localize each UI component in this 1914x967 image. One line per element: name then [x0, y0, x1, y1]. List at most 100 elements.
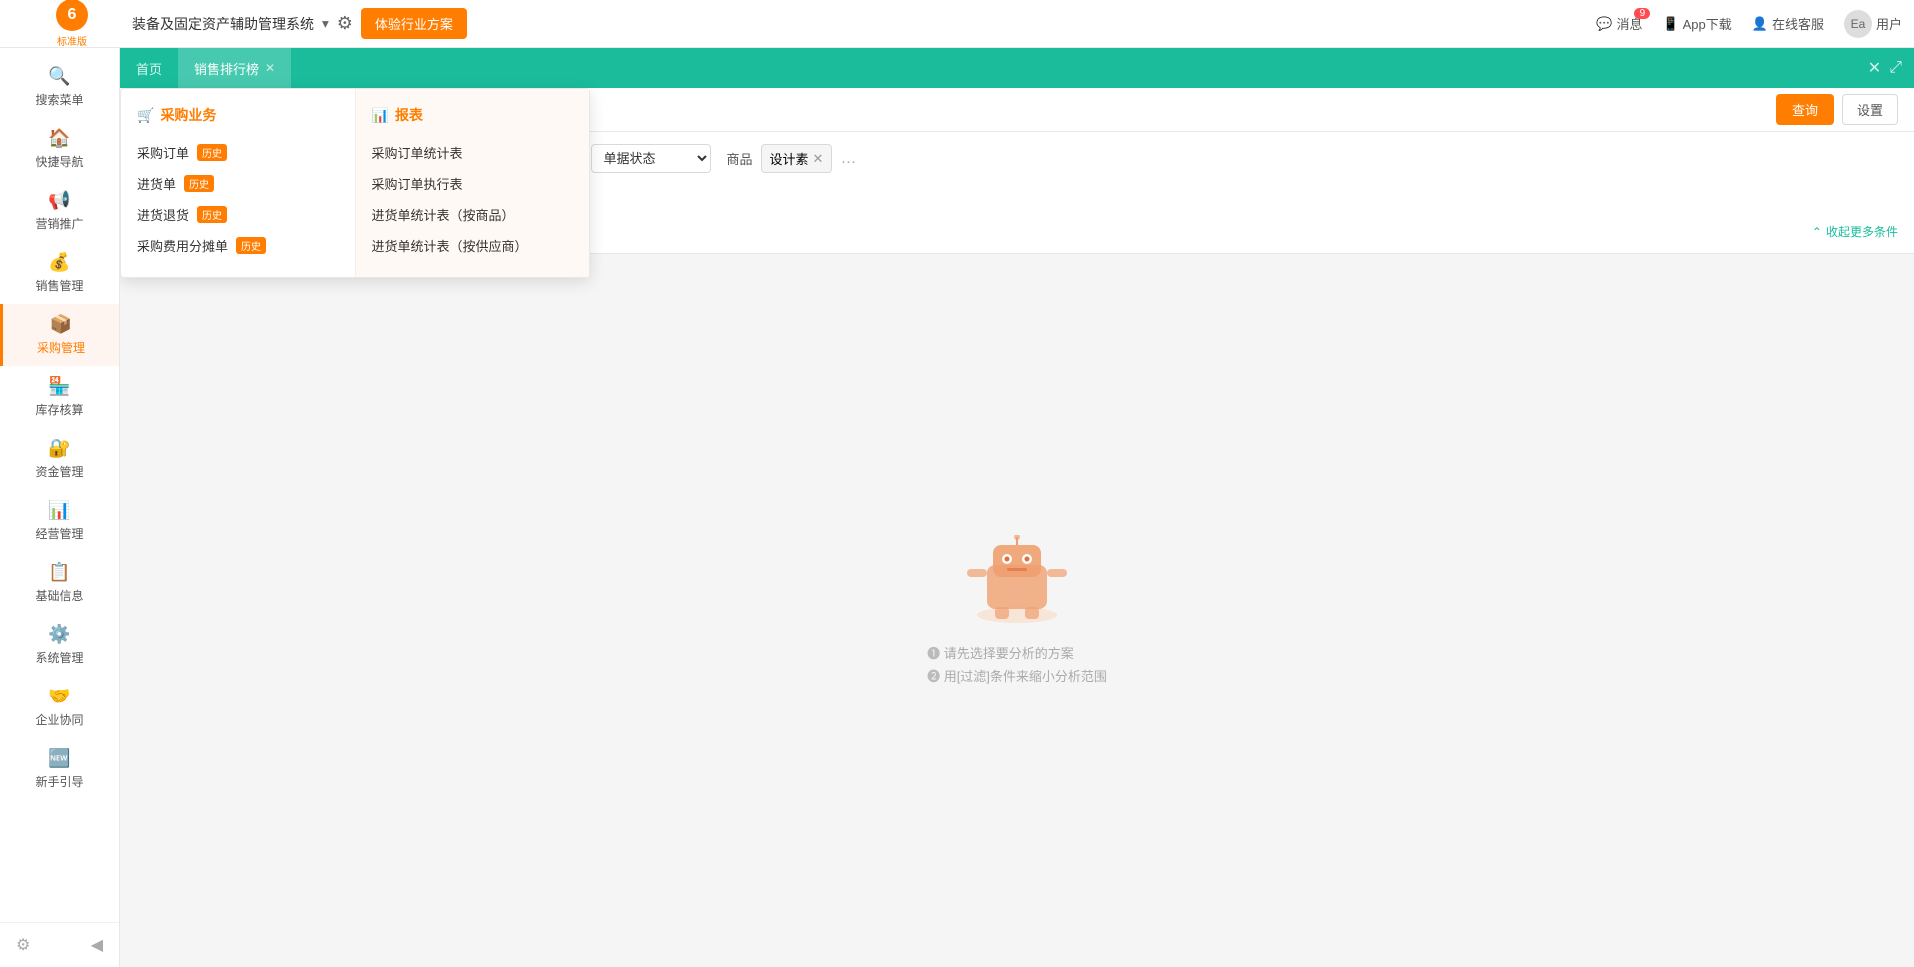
purchase-dropdown-menu: 🛒 采购业务 采购订单 历史 进货单 历史 进货退货 历史: [120, 88, 590, 278]
purchase-section-label: 采购业务: [160, 105, 216, 125]
sidebar-item-label: 经营管理: [35, 525, 83, 542]
online-service-button[interactable]: 👤 在线客服: [1752, 14, 1824, 33]
sidebar-item-label: 采购管理: [37, 339, 85, 356]
incoming-return-history-badge: 历史: [197, 206, 227, 223]
sales-icon: 💰: [48, 252, 70, 273]
sidebar-item-search[interactable]: 🔍 搜索菜单: [0, 56, 119, 118]
sidebar-item-label: 快捷导航: [35, 153, 83, 170]
menu-item-purchase-order-exec[interactable]: 采购订单执行表: [372, 168, 574, 199]
purchase-icon: 📦: [50, 314, 72, 335]
sidebar-item-marketing[interactable]: 📢 营销推广: [0, 180, 119, 242]
sidebar-item-label: 搜索菜单: [35, 91, 83, 108]
menu-item-incoming[interactable]: 进货单 历史: [137, 168, 339, 199]
menu-item-purchase-order[interactable]: 采购订单 历史: [137, 137, 339, 168]
incoming-history-badge: 历史: [184, 175, 214, 192]
tab-home-label: 首页: [136, 59, 162, 78]
service-icon: 👤: [1752, 16, 1768, 32]
sidebar-item-inventory[interactable]: 🏪 库存核算: [0, 366, 119, 428]
sidebar-item-basic-info[interactable]: 📋 基础信息: [0, 552, 119, 614]
basic-info-icon: 📋: [48, 562, 70, 583]
menu-item-purchase-expense[interactable]: 采购费用分摊单 历史: [137, 230, 339, 261]
message-button[interactable]: 💬 消息 9: [1596, 14, 1642, 33]
sidebar-item-label: 营销推广: [35, 215, 83, 232]
sidebar-item-operations[interactable]: 📊 经营管理: [0, 490, 119, 552]
query-button[interactable]: 查询: [1776, 94, 1834, 125]
fund-icon: 🔐: [48, 438, 70, 459]
sidebar-item-label: 新手引导: [35, 773, 83, 790]
tab-sales-ranking[interactable]: 销售排行榜 ✕: [178, 48, 291, 88]
message-badge: 9: [1634, 8, 1650, 19]
goods-label: 商品: [727, 149, 753, 168]
menu-item-incoming-stat-supplier[interactable]: 进货单统计表（按供应商）: [372, 230, 574, 261]
enterprise-icon: 🤝: [48, 686, 70, 707]
menu-section-purchase: 🛒 采购业务 采购订单 历史 进货单 历史 进货退货 历史: [121, 89, 355, 277]
menu-section-purchase-title: 🛒 采购业务: [137, 105, 339, 125]
content-area: 首页 销售排行榜 ✕ ✕ ⤢ ❓ 帮助 🖨 按模板打印 ▾: [120, 48, 1914, 967]
download-icon: 📱: [1662, 16, 1678, 32]
sidebar-item-fund[interactable]: 🔐 资金管理: [0, 428, 119, 490]
collapse-label: 收起更多条件: [1826, 223, 1898, 240]
doc-status-select[interactable]: 单据状态: [591, 144, 711, 173]
sidebar-item-guide[interactable]: 🆕 新手引导: [0, 738, 119, 800]
purchase-order-stat-label: 采购订单统计表: [372, 143, 463, 162]
toolbar-right: 查询 设置: [1776, 94, 1898, 125]
dropdown-menu-container: 🛒 采购业务 采购订单 历史 进货单 历史 进货退货 历史: [120, 88, 590, 278]
collapse-filter-button[interactable]: ⌃ 收起更多条件: [1812, 223, 1898, 240]
goods-ellipsis-button[interactable]: …: [840, 150, 856, 168]
industry-button[interactable]: 体验行业方案: [361, 8, 467, 39]
sidebar-item-enterprise[interactable]: 🤝 企业协同: [0, 676, 119, 738]
goods-filter: 商品 设计素 ✕ …: [727, 144, 857, 173]
menu-section-report: 📊 报表 采购订单统计表 采购订单执行表 进货单统计表（按商品） 进货单统计表（…: [355, 89, 590, 277]
sidebar-item-quick-nav[interactable]: 🏠 快捷导航: [0, 118, 119, 180]
search-icon: 🔍: [48, 66, 70, 87]
hint-1: 请先选择要分析的方案: [927, 641, 1107, 664]
page-content: 请先选择要分析的方案 用[过滤]条件来缩小分析范围: [120, 254, 1914, 967]
purchase-order-label: 采购订单: [137, 143, 189, 162]
header-right: 💬 消息 9 📱 App下载 👤 在线客服 Ea 用户: [1596, 10, 1902, 38]
settings-query-button[interactable]: 设置: [1842, 94, 1898, 125]
tab-maximize-button[interactable]: ⤢: [1889, 59, 1902, 77]
purchase-expense-history-badge: 历史: [236, 237, 266, 254]
incoming-return-label: 进货退货: [137, 205, 189, 224]
sidebar-item-purchase[interactable]: 📦 采购管理: [0, 304, 119, 366]
tab-home[interactable]: 首页: [120, 48, 178, 88]
sidebar-item-label: 资金管理: [35, 463, 83, 480]
system-dropdown-button[interactable]: ▾: [322, 16, 329, 32]
sidebar-item-label: 库存核算: [35, 401, 83, 418]
menu-item-purchase-order-stat[interactable]: 采购订单统计表: [372, 137, 574, 168]
goods-tag-remove[interactable]: ✕: [813, 151, 824, 167]
menu-item-incoming-stat-goods[interactable]: 进货单统计表（按商品）: [372, 199, 574, 230]
purchase-section-icon: 🛒: [137, 107, 154, 124]
system-title-area: 装备及固定资产辅助管理系统 ▾ ⚙ 体验行业方案: [132, 8, 1596, 39]
goods-tag: 设计素 ✕: [761, 144, 833, 173]
purchase-expense-label: 采购费用分摊单: [137, 236, 228, 255]
app-download-label: App下载: [1683, 14, 1732, 33]
purchase-order-exec-label: 采购订单执行表: [372, 174, 463, 193]
empty-hints: 请先选择要分析的方案 用[过滤]条件来缩小分析范围: [927, 641, 1107, 687]
purchase-order-history-badge: 历史: [197, 144, 227, 161]
main-layout: 🔍 搜索菜单 🏠 快捷导航 📢 营销推广 💰 销售管理 📦 采购管理 🏪 库存核…: [0, 48, 1914, 967]
report-section-label: 报表: [395, 105, 423, 125]
goods-tag-value: 设计素: [770, 149, 809, 168]
sidebar-item-sales[interactable]: 💰 销售管理: [0, 242, 119, 304]
system-icon: ⚙️: [48, 624, 70, 645]
sidebar-item-system[interactable]: ⚙️ 系统管理: [0, 614, 119, 676]
system-settings-button[interactable]: ⚙: [337, 13, 353, 34]
user-menu-button[interactable]: Ea 用户: [1844, 10, 1902, 38]
menu-item-incoming-return[interactable]: 进货退货 历史: [137, 199, 339, 230]
app-download-button[interactable]: 📱 App下载: [1662, 14, 1731, 33]
close-tab-icon[interactable]: ✕: [265, 61, 275, 75]
menu-section-report-title: 📊 报表: [372, 105, 574, 125]
inventory-icon: 🏪: [48, 376, 70, 397]
system-title: 装备及固定资产辅助管理系统: [132, 14, 314, 34]
sidebar-collapse-button[interactable]: ◀: [91, 935, 103, 955]
tab-close-all-button[interactable]: ✕: [1868, 58, 1881, 78]
user-label: 用户: [1876, 14, 1902, 33]
guide-icon: 🆕: [48, 748, 70, 769]
incoming-label: 进货单: [137, 174, 176, 193]
top-header: 6 标准版 装备及固定资产辅助管理系统 ▾ ⚙ 体验行业方案 💬 消息 9 📱 …: [0, 0, 1914, 48]
sidebar: 🔍 搜索菜单 🏠 快捷导航 📢 营销推广 💰 销售管理 📦 采购管理 🏪 库存核…: [0, 48, 120, 967]
sidebar-settings-button[interactable]: ⚙: [16, 935, 30, 955]
sidebar-item-label: 企业协同: [35, 711, 83, 728]
message-icon: 💬: [1596, 16, 1612, 32]
